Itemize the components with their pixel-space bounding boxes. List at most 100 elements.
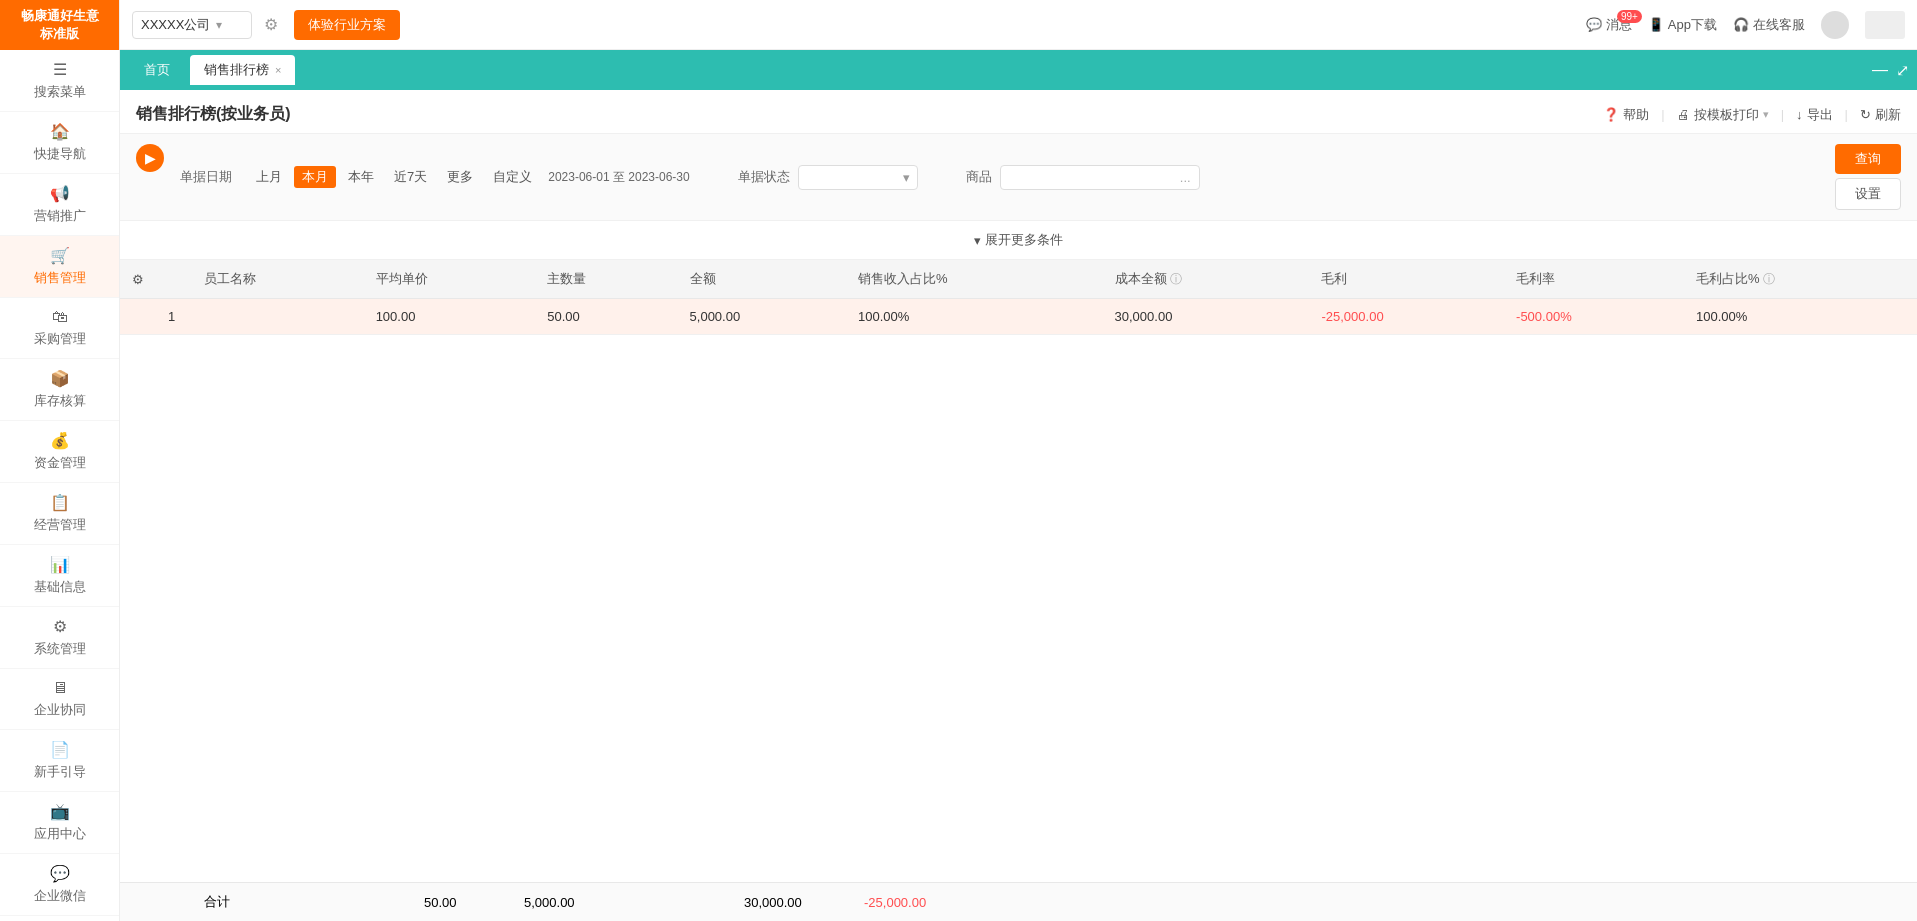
operations-icon: 📋 xyxy=(50,493,70,512)
td-total-amount: 5,000.00 xyxy=(678,299,847,335)
user-name xyxy=(1865,11,1905,39)
sidebar-item-purchase[interactable]: 🛍 采购管理 xyxy=(0,298,119,359)
marketing-icon: 📢 xyxy=(50,184,70,203)
sidebar-item-search[interactable]: ☰ 搜索菜单 xyxy=(0,50,119,112)
print-icon: 🖨 xyxy=(1677,107,1690,122)
refresh-button[interactable]: ↻ 刷新 xyxy=(1860,106,1901,124)
export-button[interactable]: ↓ 导出 xyxy=(1796,106,1833,124)
sidebar-item-operations[interactable]: 📋 经营管理 xyxy=(0,483,119,545)
date-range: 2023-06-01 至 2023-06-30 xyxy=(548,169,689,186)
date-tab-this-year[interactable]: 本年 xyxy=(340,166,382,188)
tab-minimize-icon[interactable]: — xyxy=(1872,61,1888,80)
sidebar-item-cooperation[interactable]: 🖥 企业协同 xyxy=(0,669,119,730)
help-button[interactable]: ❓ 帮助 xyxy=(1603,106,1649,124)
refresh-icon: ↻ xyxy=(1860,107,1871,122)
th-rank xyxy=(156,260,192,299)
tab-expand-icon[interactable]: ⤢ xyxy=(1896,61,1909,80)
help-icon: ❓ xyxy=(1603,107,1619,122)
th-avg-price: 平均单价 xyxy=(364,260,536,299)
th-employee-name: 员工名称 xyxy=(192,260,364,299)
status-select[interactable] xyxy=(798,165,918,190)
footer-gross-profit: -25,000.00 xyxy=(864,895,964,910)
sidebar-logo-text: 畅康通好生意 标准版 xyxy=(21,7,99,43)
td-employee-name xyxy=(192,299,364,335)
th-sales-pct: 销售收入占比% xyxy=(846,260,1102,299)
td-main-qty: 50.00 xyxy=(535,299,677,335)
company-chevron-icon: ▾ xyxy=(216,18,222,32)
td-cost-amount: 30,000.00 xyxy=(1103,299,1310,335)
inventory-icon: 📦 xyxy=(50,369,70,388)
cost-info-icon[interactable]: ⓘ xyxy=(1170,272,1182,286)
message-badge[interactable]: 💬 消息 99+ xyxy=(1586,16,1632,34)
filter-section: ▶ 单据日期 上月 本月 本年 近7天 更多 自定义 2023-06-01 至 … xyxy=(120,134,1917,221)
th-gross-profit: 毛利 xyxy=(1309,260,1504,299)
purchase-icon: 🛍 xyxy=(52,308,68,326)
sales-icon: 🛒 xyxy=(50,246,70,265)
goods-more-icon[interactable]: ... xyxy=(1180,170,1191,185)
sidebar-logo: 畅康通好生意 标准版 xyxy=(0,0,119,50)
export-icon: ↓ xyxy=(1796,107,1803,122)
app-download-link[interactable]: 📱 App下载 xyxy=(1648,16,1717,34)
sidebar-item-finance[interactable]: 💰 资金管理 xyxy=(0,421,119,483)
guide-icon: 📄 xyxy=(50,740,70,759)
goods-input[interactable] xyxy=(1009,170,1180,185)
trial-button[interactable]: 体验行业方案 xyxy=(294,10,400,40)
goods-filter: 商品 ... xyxy=(966,165,1200,190)
sidebar-item-marketing[interactable]: 📢 营销推广 xyxy=(0,174,119,236)
filter-arrow-button[interactable]: ▶ xyxy=(136,144,164,172)
print-button[interactable]: 🖨 按模板打印 ▾ xyxy=(1677,106,1769,124)
tab-close-icon[interactable]: × xyxy=(275,64,281,76)
date-tab-custom[interactable]: 自定义 xyxy=(485,166,540,188)
header-right: 💬 消息 99+ 📱 App下载 🎧 在线客服 xyxy=(1586,11,1905,39)
th-cost-amount: 成本全额 ⓘ xyxy=(1103,260,1310,299)
filter-rows: 单据日期 上月 本月 本年 近7天 更多 自定义 2023-06-01 至 20… xyxy=(180,144,1901,210)
sidebar-item-nav[interactable]: 🏠 快捷导航 xyxy=(0,112,119,174)
page-container: 销售排行榜(按业务员) ❓ 帮助 | 🖨 按模板打印 ▾ | ↓ xyxy=(120,90,1917,921)
sidebar-item-guide[interactable]: 📄 新手引导 xyxy=(0,730,119,792)
sidebar-item-sales[interactable]: 🛒 销售管理 xyxy=(0,236,119,298)
query-action-group: 查询 设置 xyxy=(1835,144,1901,210)
sidebar-item-basic-info[interactable]: 📊 基础信息 xyxy=(0,545,119,607)
tab-sales-ranking[interactable]: 销售排行榜 × xyxy=(190,55,295,85)
ranking-table: ⚙ 员工名称 平均单价 主数量 全额 销售收入占比% 成本全额 ⓘ 毛利 毛利率… xyxy=(120,260,1917,335)
header-settings-icon[interactable]: ⚙ xyxy=(264,15,278,34)
settings-button[interactable]: 设置 xyxy=(1835,178,1901,210)
expand-more-button[interactable]: ▾ 展开更多条件 xyxy=(962,225,1075,255)
sidebar-item-app-center[interactable]: 📺 应用中心 xyxy=(0,792,119,854)
table-container: ⚙ 员工名称 平均单价 主数量 全额 销售收入占比% 成本全额 ⓘ 毛利 毛利率… xyxy=(120,260,1917,882)
query-button[interactable]: 查询 xyxy=(1835,144,1901,174)
search-menu-icon: ☰ xyxy=(53,60,67,79)
td-gross-pct: 100.00% xyxy=(1684,299,1917,335)
gross-pct-info-icon[interactable]: ⓘ xyxy=(1763,272,1775,286)
td-rank: 1 xyxy=(156,299,192,335)
sidebar-item-system[interactable]: ⚙ 系统管理 xyxy=(0,607,119,669)
filter-row-1: 单据日期 上月 本月 本年 近7天 更多 自定义 2023-06-01 至 20… xyxy=(180,144,1901,210)
sidebar-item-inventory[interactable]: 📦 库存核算 xyxy=(0,359,119,421)
date-tab-more[interactable]: 更多 xyxy=(439,166,481,188)
date-tab-last-month[interactable]: 上月 xyxy=(248,166,290,188)
page-title: 销售排行榜(按业务员) xyxy=(136,104,291,125)
user-avatar[interactable] xyxy=(1821,11,1849,39)
content-area: 销售排行榜(按业务员) ❓ 帮助 | 🖨 按模板打印 ▾ | ↓ xyxy=(120,90,1917,921)
goods-input-group: ... xyxy=(1000,165,1200,190)
online-service-link[interactable]: 🎧 在线客服 xyxy=(1733,16,1805,34)
td-gross-margin: -500.00% xyxy=(1504,299,1684,335)
date-tab-this-month[interactable]: 本月 xyxy=(294,166,336,188)
page-header: 销售排行榜(按业务员) ❓ 帮助 | 🖨 按模板打印 ▾ | ↓ xyxy=(120,90,1917,134)
tab-bar-actions: — ⤢ xyxy=(1872,61,1909,80)
sidebar-item-enterprise-wechat[interactable]: 💬 企业微信 xyxy=(0,854,119,916)
table-row: 1 100.00 50.00 5,000.00 100.00% 30,000.0… xyxy=(120,299,1917,335)
sidebar-item-member[interactable]: 🏷 畅会员 xyxy=(0,916,119,921)
date-tab-7days[interactable]: 近7天 xyxy=(386,166,435,188)
headset-icon: 🎧 xyxy=(1733,17,1749,32)
expand-more-row: ▾ 展开更多条件 xyxy=(120,221,1917,260)
message-icon: 💬 xyxy=(1586,17,1602,32)
footer-total-amount: 5,000.00 xyxy=(524,895,624,910)
footer-label: 合计 xyxy=(204,893,324,911)
tab-home[interactable]: 首页 xyxy=(128,55,186,85)
th-main-qty: 主数量 xyxy=(535,260,677,299)
td-gross-profit: -25,000.00 xyxy=(1309,299,1504,335)
message-count: 99+ xyxy=(1617,10,1642,23)
th-settings[interactable]: ⚙ xyxy=(120,260,156,299)
company-selector[interactable]: XXXXX公司 ▾ xyxy=(132,11,252,39)
